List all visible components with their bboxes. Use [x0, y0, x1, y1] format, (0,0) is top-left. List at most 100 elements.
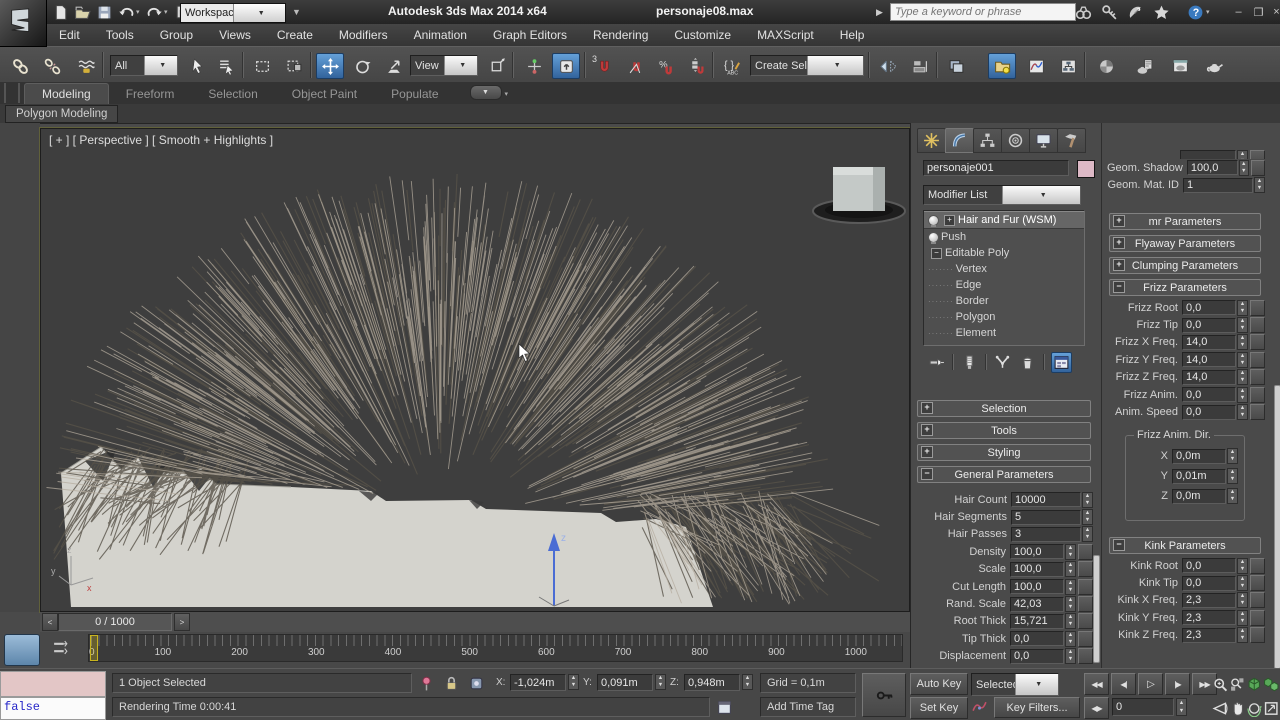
new-file-icon[interactable]	[50, 3, 70, 22]
stack-expand-toggle[interactable]: −	[931, 247, 942, 259]
rollout-toggle[interactable]: +	[921, 424, 933, 436]
select-and-manipulate-icon[interactable]	[520, 53, 548, 79]
param-spinner[interactable]: ▲ ▼	[1082, 491, 1093, 508]
param-spinner[interactable]: ▲ ▼	[1237, 334, 1248, 351]
rollout-tools[interactable]: + Tools	[917, 422, 1091, 439]
param-map-button[interactable]	[1250, 299, 1265, 316]
ribbon-tab-freeform[interactable]: Freeform	[109, 84, 192, 104]
menu-group[interactable]: Group	[147, 24, 206, 46]
current-frame-marker[interactable]	[90, 635, 98, 661]
param-spinner[interactable]: ▲ ▼	[1237, 557, 1248, 574]
time-slider-value[interactable]: 0 / 1000	[58, 613, 172, 631]
param-spinner[interactable]: ▲ ▼	[1065, 578, 1076, 595]
undo-dropdown-arrow[interactable]: ▾	[136, 8, 144, 18]
pan-view-icon[interactable]	[1229, 697, 1246, 719]
coord-y-field[interactable]: 0,091m	[597, 674, 653, 691]
param-spinner[interactable]: ▲ ▼	[1237, 404, 1248, 421]
track-bar[interactable]: 0 100 200 300 400 500 600 700 800 900 1000	[40, 632, 910, 669]
zoom-all-icon[interactable]	[1229, 673, 1246, 695]
select-by-name-icon[interactable]	[212, 53, 240, 79]
dir-field[interactable]: 0,0m	[1172, 488, 1226, 504]
param-spinner[interactable]: ▲ ▼	[1065, 596, 1076, 613]
param-map-button[interactable]	[1250, 351, 1265, 368]
angle-snap-icon[interactable]	[622, 53, 650, 79]
coord-x-field[interactable]: -1,024m	[510, 674, 566, 691]
configure-modifier-sets-icon[interactable]	[1051, 351, 1072, 373]
param-map-button[interactable]	[1078, 648, 1093, 665]
tab-create-icon[interactable]	[917, 128, 946, 153]
quickaccess-flyout-arrow[interactable]: ▼	[292, 7, 301, 17]
ribbon-tab-modeling[interactable]: Modeling	[24, 83, 109, 104]
param-spinner[interactable]: ▲ ▼	[1065, 543, 1076, 560]
rollout-toggle[interactable]: −	[921, 468, 933, 480]
param-field[interactable]: 100,0	[1010, 579, 1064, 595]
open-file-icon[interactable]	[72, 3, 92, 22]
param-map-button[interactable]	[1250, 609, 1265, 626]
coord-x-spinner[interactable]: ▲ ▼	[568, 674, 579, 690]
perspective-viewport[interactable]: [ + ] [ Perspective ] [ Smooth + Highlig…	[39, 127, 911, 613]
auto-key-button[interactable]: Auto Key	[910, 673, 968, 695]
dir-spinner[interactable]: ▲ ▼	[1227, 488, 1238, 504]
minimize-button[interactable]: –	[1230, 4, 1247, 20]
maxscript-mini-listener-macro[interactable]	[0, 671, 106, 697]
play-button[interactable]: ▷	[1138, 673, 1163, 695]
rollout-toggle[interactable]: +	[1113, 215, 1125, 227]
restore-button[interactable]: ❐	[1250, 4, 1267, 20]
menu-rendering[interactable]: Rendering	[580, 24, 661, 46]
menu-modifiers[interactable]: Modifiers	[326, 24, 401, 46]
menu-customize[interactable]: Customize	[661, 24, 744, 46]
select-object-icon[interactable]	[182, 53, 210, 79]
make-unique-icon[interactable]	[993, 353, 1012, 372]
stack-item-edge[interactable]: ······· Edge	[924, 277, 1084, 293]
param-spinner[interactable]: ▲ ▼	[1237, 351, 1248, 368]
rollout-toggle[interactable]: +	[921, 446, 933, 458]
communication-center-icon[interactable]	[1124, 3, 1146, 22]
param-spinner[interactable]: ▲ ▼	[1237, 317, 1248, 334]
pin-stack-icon[interactable]	[927, 353, 946, 372]
stack-expand-toggle[interactable]: +	[944, 214, 955, 226]
param-spinner[interactable]: ▲ ▼	[1237, 609, 1248, 626]
param-spinner[interactable]: ▲ ▼	[1082, 526, 1093, 543]
ribbon-tab-object-paint[interactable]: Object Paint	[275, 84, 374, 104]
help-dropdown-arrow[interactable]: ▾	[1206, 8, 1214, 18]
track-bar-ruler[interactable]: 0 100 200 300 400 500 600 700 800 900 1000	[88, 634, 903, 662]
dir-spinner[interactable]: ▲ ▼	[1227, 468, 1238, 484]
ribbon-tab-selection[interactable]: Selection	[191, 84, 274, 104]
layer-manager-icon[interactable]	[942, 53, 970, 79]
param-map-button[interactable]	[1250, 386, 1265, 403]
menu-help[interactable]: Help	[827, 24, 878, 46]
param-spinner[interactable]: ▲ ▼	[1065, 648, 1076, 665]
zoom-extents-all-icon[interactable]	[1263, 673, 1280, 695]
rollout-flyaway-parameters[interactable]: + Flyaway Parameters	[1109, 235, 1261, 252]
rollout-toggle[interactable]: +	[921, 402, 933, 414]
coordinate-system-arrow[interactable]: ▼	[443, 56, 477, 75]
coord-y-spinner[interactable]: ▲ ▼	[655, 674, 666, 690]
param-spinner[interactable]: ▲ ▼	[1237, 592, 1248, 609]
param-field[interactable]: 14,0	[1182, 334, 1236, 350]
selection-lock-icon[interactable]	[416, 673, 437, 693]
param-map-button[interactable]	[1078, 578, 1093, 595]
menu-create[interactable]: Create	[264, 24, 326, 46]
selection-filter-dropdown[interactable]: All ▼	[110, 55, 178, 76]
param-field[interactable]: 10000	[1011, 492, 1081, 508]
param-field[interactable]: 100,0	[1186, 160, 1238, 176]
search-input[interactable]	[890, 3, 1076, 21]
param-field[interactable]: 0,0	[1182, 558, 1236, 574]
menu-animation[interactable]: Animation	[401, 24, 480, 46]
ribbon-tab-populate[interactable]: Populate	[374, 84, 455, 104]
param-field[interactable]: 15,721	[1010, 613, 1064, 629]
param-field[interactable]: 0,0	[1182, 387, 1236, 403]
stack-item-hair-and-fur-wsm-[interactable]: + Hair and Fur (WSM)	[924, 211, 1084, 229]
object-name-field[interactable]: personaje001	[923, 160, 1069, 176]
select-and-link-icon[interactable]	[6, 53, 34, 79]
stack-item-vertex[interactable]: ······· Vertex	[924, 261, 1084, 277]
param-field[interactable]: 100,0	[1010, 544, 1064, 560]
dir-field[interactable]: 0,0m	[1172, 448, 1226, 464]
material-editor-icon[interactable]	[1092, 53, 1120, 79]
edit-named-selection-sets-icon[interactable]: { } ABC	[718, 53, 746, 79]
param-field[interactable]: 0,0	[1182, 575, 1236, 591]
subscription-key-icon[interactable]	[1098, 3, 1120, 22]
ribbon-grip[interactable]	[4, 83, 20, 103]
param-field[interactable]: 0,0	[1182, 300, 1236, 316]
coord-z-field[interactable]: 0,948m	[684, 674, 740, 691]
